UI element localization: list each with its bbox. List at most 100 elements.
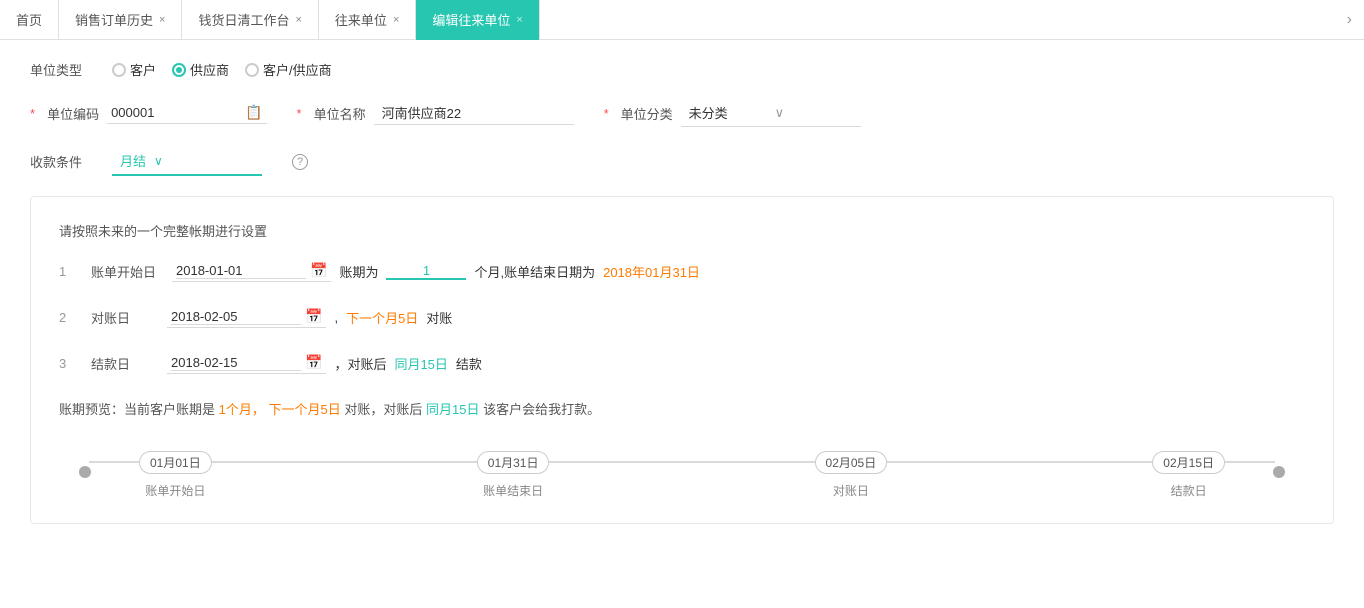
step-1-suffix: 个月,账单结束日期为 [474, 262, 595, 281]
step-3-suffix: 结款 [456, 354, 482, 373]
settings-panel: 请按照未来的一个完整帐期进行设置 1 账单开始日 📅 账期为 个月,账单结束日期… [30, 196, 1334, 524]
preview-part3: 同月15日 [426, 402, 479, 417]
unit-category-group: * 单位分类 未分类 ∨ [604, 99, 861, 127]
preview-end: 该客户会给我打款。 [483, 402, 600, 417]
step-3-calendar-icon[interactable]: 📅 [305, 354, 322, 371]
tab-more-button[interactable]: › [1335, 11, 1364, 29]
radio-customer-label: 客户 [130, 60, 156, 79]
unit-code-star: * [30, 106, 35, 121]
step-2-prefix: , [334, 310, 338, 325]
unit-name-input[interactable] [374, 101, 574, 125]
step-2-date-input[interactable] [171, 309, 301, 325]
radio-supplier-label: 供应商 [190, 60, 229, 79]
step-2-date-wrapper: 📅 [167, 306, 326, 328]
tab-sales-history-close[interactable]: × [159, 14, 165, 26]
timeline-item-4: 02月15日 结款日 [1152, 451, 1225, 499]
tab-bar: 首页 销售订单历史 × 钱货日清工作台 × 往来单位 × 编辑往来单位 × › [0, 0, 1364, 40]
unit-category-select[interactable]: 未分类 ∨ [681, 99, 861, 127]
step-1-label: 账单开始日 [91, 262, 156, 281]
tab-edit-partner-label: 编辑往来单位 [432, 10, 510, 29]
timeline-badge-4: 02月15日 [1152, 451, 1225, 474]
radio-both-label: 客户/供应商 [263, 60, 332, 79]
step-3-content: 📅 ，对账后 同月15日 结款 [167, 352, 1305, 374]
timeline-items: 01月01日 账单开始日 01月31日 账单结束日 02月05日 对账日 02月… [59, 451, 1305, 499]
timeline-start-dot [79, 466, 91, 478]
unit-type-label: 单位类型 [30, 60, 82, 79]
step-3-date-input[interactable] [171, 355, 301, 371]
payment-condition-label: 收款条件 [30, 152, 82, 171]
step-2-label: 对账日 [91, 308, 151, 327]
timeline-end-dot [1273, 466, 1285, 478]
tab-cash-desk-label: 钱货日清工作台 [198, 10, 289, 29]
unit-type-radio-group: 客户 供应商 客户/供应商 [112, 60, 332, 79]
preview-label: 账期预览：当前客户账期是 [59, 402, 215, 417]
tab-cash-desk-close[interactable]: × [295, 14, 301, 26]
step-1-content: 📅 账期为 个月,账单结束日期为 2018年01月31日 [172, 260, 1305, 282]
step-2-calendar-icon[interactable]: 📅 [305, 308, 322, 325]
tab-partner-units[interactable]: 往来单位 × [319, 0, 416, 40]
payment-condition-row: 收款条件 月结 ∨ ? [30, 147, 1334, 176]
unit-category-arrow: ∨ [775, 105, 853, 121]
tab-edit-partner-close[interactable]: × [516, 14, 522, 26]
panel-title: 请按照未来的一个完整帐期进行设置 [59, 221, 1305, 240]
tab-partner-units-close[interactable]: × [393, 14, 399, 26]
tab-sales-history[interactable]: 销售订单历史 × [59, 0, 182, 40]
tab-home[interactable]: 首页 [0, 0, 59, 40]
radio-both[interactable]: 客户/供应商 [245, 60, 332, 79]
step-2-row: 2 对账日 📅 , 下一个月5日 对账 [59, 306, 1305, 328]
preview-part1: 1个月， [219, 402, 265, 417]
step-1-date-input[interactable] [176, 263, 306, 279]
timeline-badge-1: 01月01日 [139, 451, 212, 474]
payment-condition-select[interactable]: 月结 ∨ [112, 147, 262, 176]
timeline-badge-3: 02月05日 [815, 451, 888, 474]
unit-category-value: 未分类 [689, 103, 767, 122]
unit-code-group: * 单位编码 📋 [30, 102, 267, 124]
payment-help-icon[interactable]: ? [292, 154, 308, 170]
timeline-label-4: 结款日 [1171, 482, 1207, 499]
radio-both-circle [245, 63, 259, 77]
unit-category-star: * [604, 106, 609, 121]
step-3-date-wrapper: 📅 [167, 352, 326, 374]
step-1-date-wrapper: 📅 [172, 260, 331, 282]
tab-edit-partner[interactable]: 编辑往来单位 × [416, 0, 539, 40]
step-2-num: 2 [59, 310, 75, 325]
timeline-item-1: 01月01日 账单开始日 [139, 451, 212, 499]
step-2-content: 📅 , 下一个月5日 对账 [167, 306, 1305, 328]
timeline-label-1: 账单开始日 [145, 482, 205, 499]
unit-code-calendar-icon[interactable]: 📋 [245, 104, 262, 121]
step-2-highlight: 下一个月5日 [346, 308, 418, 327]
unit-name-group: * 单位名称 [297, 101, 574, 125]
preview-part2: 下一个月5日 [269, 402, 341, 417]
radio-customer-circle [112, 63, 126, 77]
unit-code-input-wrapper: 📋 [107, 102, 266, 124]
step-1-row: 1 账单开始日 📅 账期为 个月,账单结束日期为 2018年01月31日 [59, 260, 1305, 282]
timeline-label-3: 对账日 [833, 482, 869, 499]
unit-type-row: 单位类型 客户 供应商 客户/供应商 [30, 60, 1334, 79]
unit-name-star: * [297, 106, 302, 121]
tab-partner-units-label: 往来单位 [335, 10, 387, 29]
step-3-num: 3 [59, 356, 75, 371]
step-3-label: 结款日 [91, 354, 151, 373]
step-1-period-input[interactable] [386, 263, 466, 280]
step-3-prefix: ，对账后 [334, 354, 386, 373]
radio-supplier-circle [172, 63, 186, 77]
timeline-label-2: 账单结束日 [483, 482, 543, 499]
timeline: 01月01日 账单开始日 01月31日 账单结束日 02月05日 对账日 02月… [59, 441, 1305, 499]
unit-category-label: 单位分类 [621, 104, 673, 123]
payment-condition-value: 月结 [120, 151, 146, 170]
payment-condition-arrow: ∨ [154, 154, 163, 168]
preview-middle: 对账，对账后 [344, 402, 422, 417]
tab-sales-history-label: 销售订单历史 [75, 10, 153, 29]
step-1-end-date: 2018年01月31日 [603, 262, 700, 281]
timeline-item-3: 02月05日 对账日 [815, 451, 888, 499]
preview-text: 账期预览：当前客户账期是 1个月， 下一个月5日 对账，对账后 同月15日 该客… [59, 398, 1305, 421]
unit-details-row: * 单位编码 📋 * 单位名称 * 单位分类 未分类 ∨ [30, 99, 1334, 127]
step-3-highlight: 同月15日 [394, 354, 447, 373]
radio-supplier[interactable]: 供应商 [172, 60, 229, 79]
tab-cash-desk[interactable]: 钱货日清工作台 × [182, 0, 318, 40]
step-1-calendar-icon[interactable]: 📅 [310, 262, 327, 279]
step-1-prefix: 账期为 [339, 262, 378, 281]
timeline-item-2: 01月31日 账单结束日 [477, 451, 550, 499]
unit-code-input[interactable] [111, 105, 241, 120]
radio-customer[interactable]: 客户 [112, 60, 156, 79]
